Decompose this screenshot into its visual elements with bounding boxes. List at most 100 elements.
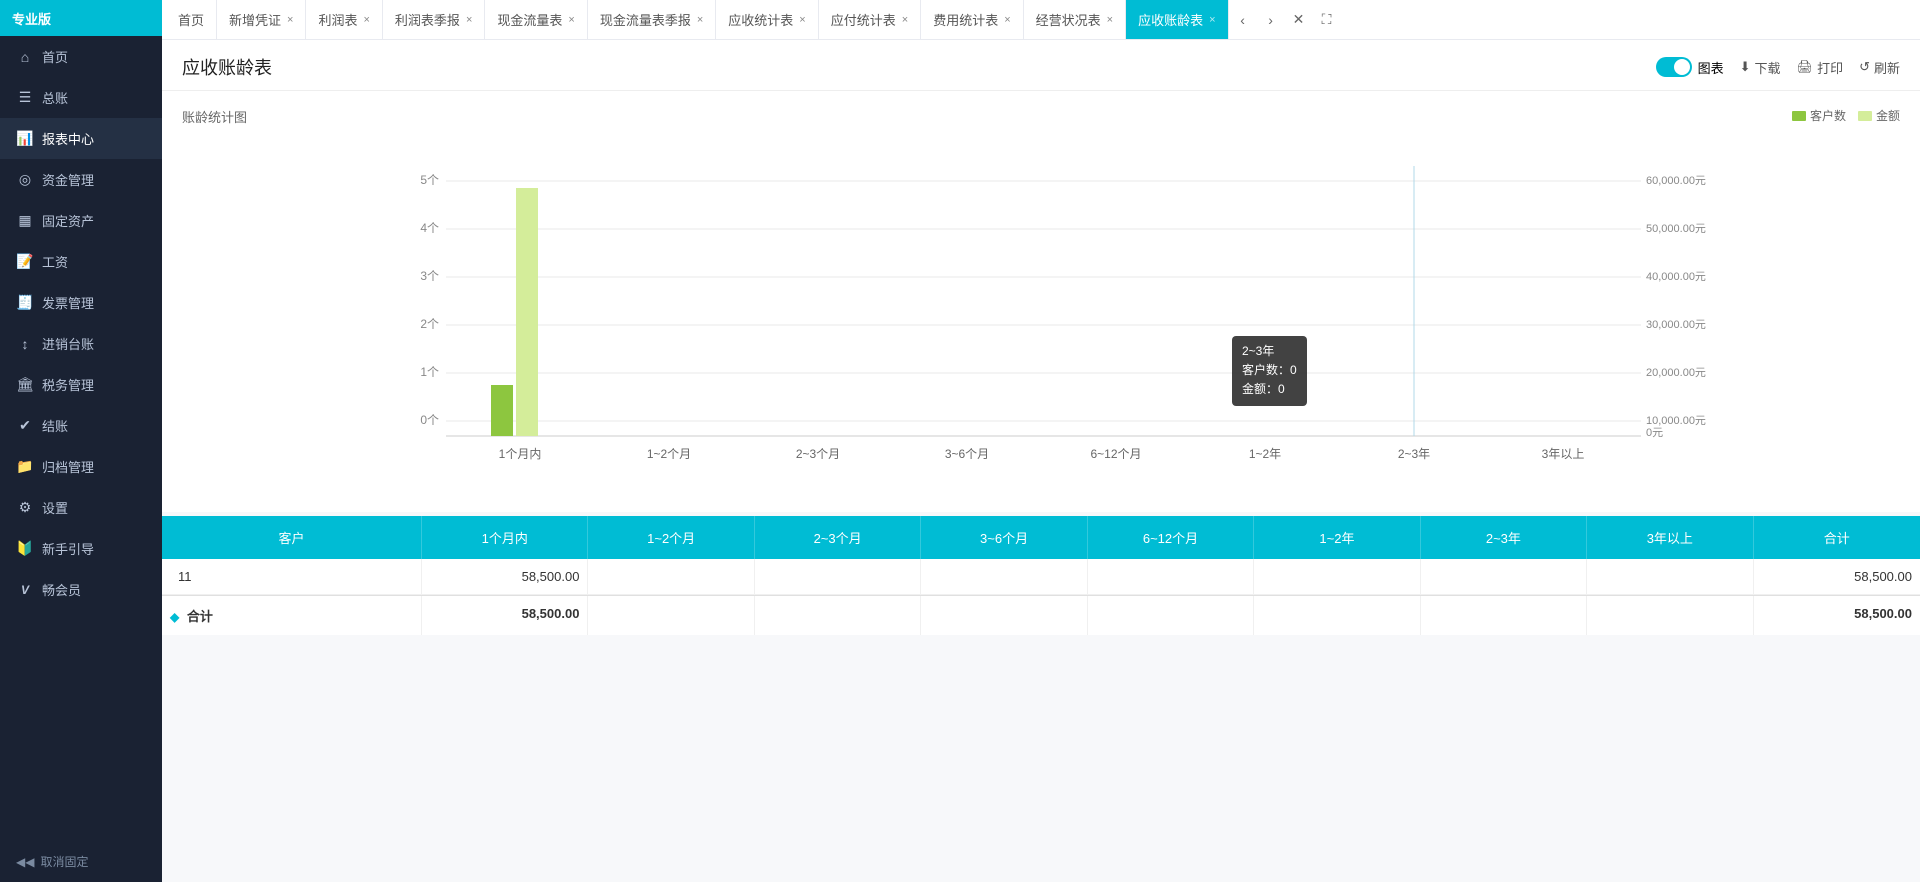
tab-close-icon[interactable]: × (287, 14, 293, 26)
th-year3plus: 3年以上 (1587, 516, 1753, 559)
svg-text:5个: 5个 (420, 173, 439, 187)
sidebar-item-label: 结账 (42, 416, 68, 435)
svg-text:3~6个月: 3~6个月 (945, 447, 989, 461)
th-month612: 6~12个月 (1088, 516, 1254, 559)
sidebar-item-ledger[interactable]: ☰ 总账 (0, 77, 162, 118)
td-total-month1: 58,500.00 (422, 596, 588, 635)
td-month23 (755, 559, 921, 594)
download-label: 下载 (1755, 58, 1781, 77)
td-total-year23 (1421, 596, 1587, 635)
tab-close-icon[interactable]: × (568, 14, 574, 26)
th-customer: 客户 (162, 516, 422, 559)
sidebar-item-home[interactable]: ⌂ 首页 (0, 36, 162, 77)
tab-close-icon[interactable]: × (902, 14, 908, 26)
sidebar-item-funds[interactable]: ◎ 资金管理 (0, 159, 162, 200)
sidebar: 专业版 ⌂ 首页 ☰ 总账 📊 报表中心 ◎ 资金管理 ▦ 固定资产 📝 工资 … (0, 0, 162, 882)
tab-profit-quarter[interactable]: 利润表季报 × (383, 0, 485, 40)
download-button[interactable]: ⬇ 下载 (1740, 58, 1781, 77)
td-total-label: ◆ 合计 (162, 596, 422, 635)
tab-payable-stat[interactable]: 应付统计表 × (819, 0, 921, 40)
svg-text:2个: 2个 (420, 317, 439, 331)
table-header: 客户 1个月内 1~2个月 2~3个月 3~6个月 6~12个月 1~2年 2~… (162, 516, 1920, 559)
chart-toggle[interactable] (1656, 57, 1692, 77)
svg-text:4个: 4个 (420, 221, 439, 235)
td-total-year12 (1254, 596, 1420, 635)
bar-amount-0 (516, 188, 538, 436)
print-icon: 🖨 (1797, 59, 1814, 75)
chart-svg: 5个 4个 3个 2个 1个 0个 60,000.00元 50,000.00元 … (182, 136, 1900, 496)
pin-icon: ◀◀ (16, 855, 34, 869)
chart-toggle-wrap: 图表 (1656, 57, 1724, 77)
pin-toggle[interactable]: ◀◀ 取消固定 (0, 841, 162, 882)
sidebar-item-invoice[interactable]: 🧾 发票管理 (0, 282, 162, 323)
sidebar-item-settle[interactable]: ✔ 结账 (0, 405, 162, 446)
sidebar-item-label: 固定资产 (42, 211, 94, 230)
refresh-button[interactable]: ↺ 刷新 (1859, 58, 1900, 77)
funds-icon: ◎ (16, 171, 34, 188)
member-icon: V (16, 583, 34, 597)
sidebar-item-label: 畅会员 (42, 580, 81, 599)
sidebar-item-label: 设置 (42, 498, 68, 517)
legend-customer-label: 客户数 (1810, 107, 1846, 124)
tab-cashflow-quarter[interactable]: 现金流量表季报 × (588, 0, 716, 40)
sidebar-item-assets[interactable]: ▦ 固定资产 (0, 200, 162, 241)
td-year23 (1421, 559, 1587, 594)
pin-label: 取消固定 (40, 853, 88, 870)
td-total-month23 (755, 596, 921, 635)
th-year12: 1~2年 (1254, 516, 1420, 559)
print-label: 打印 (1817, 58, 1843, 77)
th-total: 合计 (1754, 516, 1920, 559)
td-month1: 58,500.00 (422, 559, 588, 594)
tab-label: 现金流量表 (497, 10, 562, 29)
legend-amount-label: 金额 (1876, 107, 1900, 124)
svg-text:6~12个月: 6~12个月 (1090, 447, 1141, 461)
sidebar-item-guide[interactable]: 🔰 新手引导 (0, 528, 162, 569)
tab-label: 费用统计表 (933, 10, 998, 29)
sidebar-item-archive[interactable]: 📁 归档管理 (0, 446, 162, 487)
sidebar-item-member[interactable]: V 畅会员 (0, 569, 162, 610)
tab-label: 应付统计表 (831, 10, 896, 29)
tab-biz-status[interactable]: 经营状况表 × (1024, 0, 1126, 40)
tab-close-icon[interactable]: × (363, 14, 369, 26)
tab-receivable-stat[interactable]: 应收统计表 × (716, 0, 818, 40)
tab-close-icon[interactable]: × (799, 14, 805, 26)
svg-text:1~2个月: 1~2个月 (647, 447, 691, 461)
tab-next-button[interactable]: › (1257, 6, 1285, 34)
toggle-label: 图表 (1698, 58, 1724, 77)
tab-receivable-age[interactable]: 应收账龄表 × (1126, 0, 1228, 40)
refresh-label: 刷新 (1874, 58, 1900, 77)
tab-close-icon[interactable]: × (466, 14, 472, 26)
tab-label: 经营状况表 (1036, 10, 1101, 29)
svg-text:40,000.00元: 40,000.00元 (1646, 271, 1706, 283)
tab-close-icon[interactable]: × (1107, 14, 1113, 26)
legend-amount: 金额 (1858, 107, 1900, 124)
tab-expand-button[interactable]: ⛶ (1313, 6, 1341, 34)
tab-cashflow[interactable]: 现金流量表 × (485, 0, 587, 40)
td-total-month12 (588, 596, 754, 635)
sidebar-item-salary[interactable]: 📝 工资 (0, 241, 162, 282)
tab-prev-button[interactable]: ‹ (1229, 6, 1257, 34)
download-icon: ⬇ (1740, 59, 1751, 75)
tab-close-all-button[interactable]: ✕ (1285, 6, 1313, 34)
svg-text:1个: 1个 (420, 365, 439, 379)
tab-close-icon[interactable]: × (1004, 14, 1010, 26)
td-year3plus (1587, 559, 1753, 594)
tab-bar: 首页 新增凭证 × 利润表 × 利润表季报 × 现金流量表 × 现金流量表季报 … (162, 0, 1920, 40)
svg-text:1~2年: 1~2年 (1249, 447, 1281, 461)
tab-close-icon[interactable]: × (1209, 14, 1215, 26)
sidebar-item-reports[interactable]: 📊 报表中心 (0, 118, 162, 159)
settle-icon: ✔ (16, 417, 34, 434)
tab-expense-stat[interactable]: 费用统计表 × (921, 0, 1023, 40)
tab-voucher[interactable]: 新增凭证 × (217, 0, 306, 40)
total-icon: ◆ (170, 610, 179, 624)
print-button[interactable]: 🖨 打印 (1797, 58, 1844, 77)
tab-profit[interactable]: 利润表 × (306, 0, 382, 40)
sidebar-item-settings[interactable]: ⚙ 设置 (0, 487, 162, 528)
sidebar-item-label: 归档管理 (42, 457, 94, 476)
tab-close-icon[interactable]: × (697, 14, 703, 26)
td-year12 (1254, 559, 1420, 594)
tab-home[interactable]: 首页 (166, 0, 217, 40)
sidebar-item-purchase[interactable]: ↕ 进销台账 (0, 323, 162, 364)
chart-title: 账龄统计图 (182, 107, 1900, 126)
sidebar-item-tax[interactable]: 🏛 税务管理 (0, 364, 162, 405)
